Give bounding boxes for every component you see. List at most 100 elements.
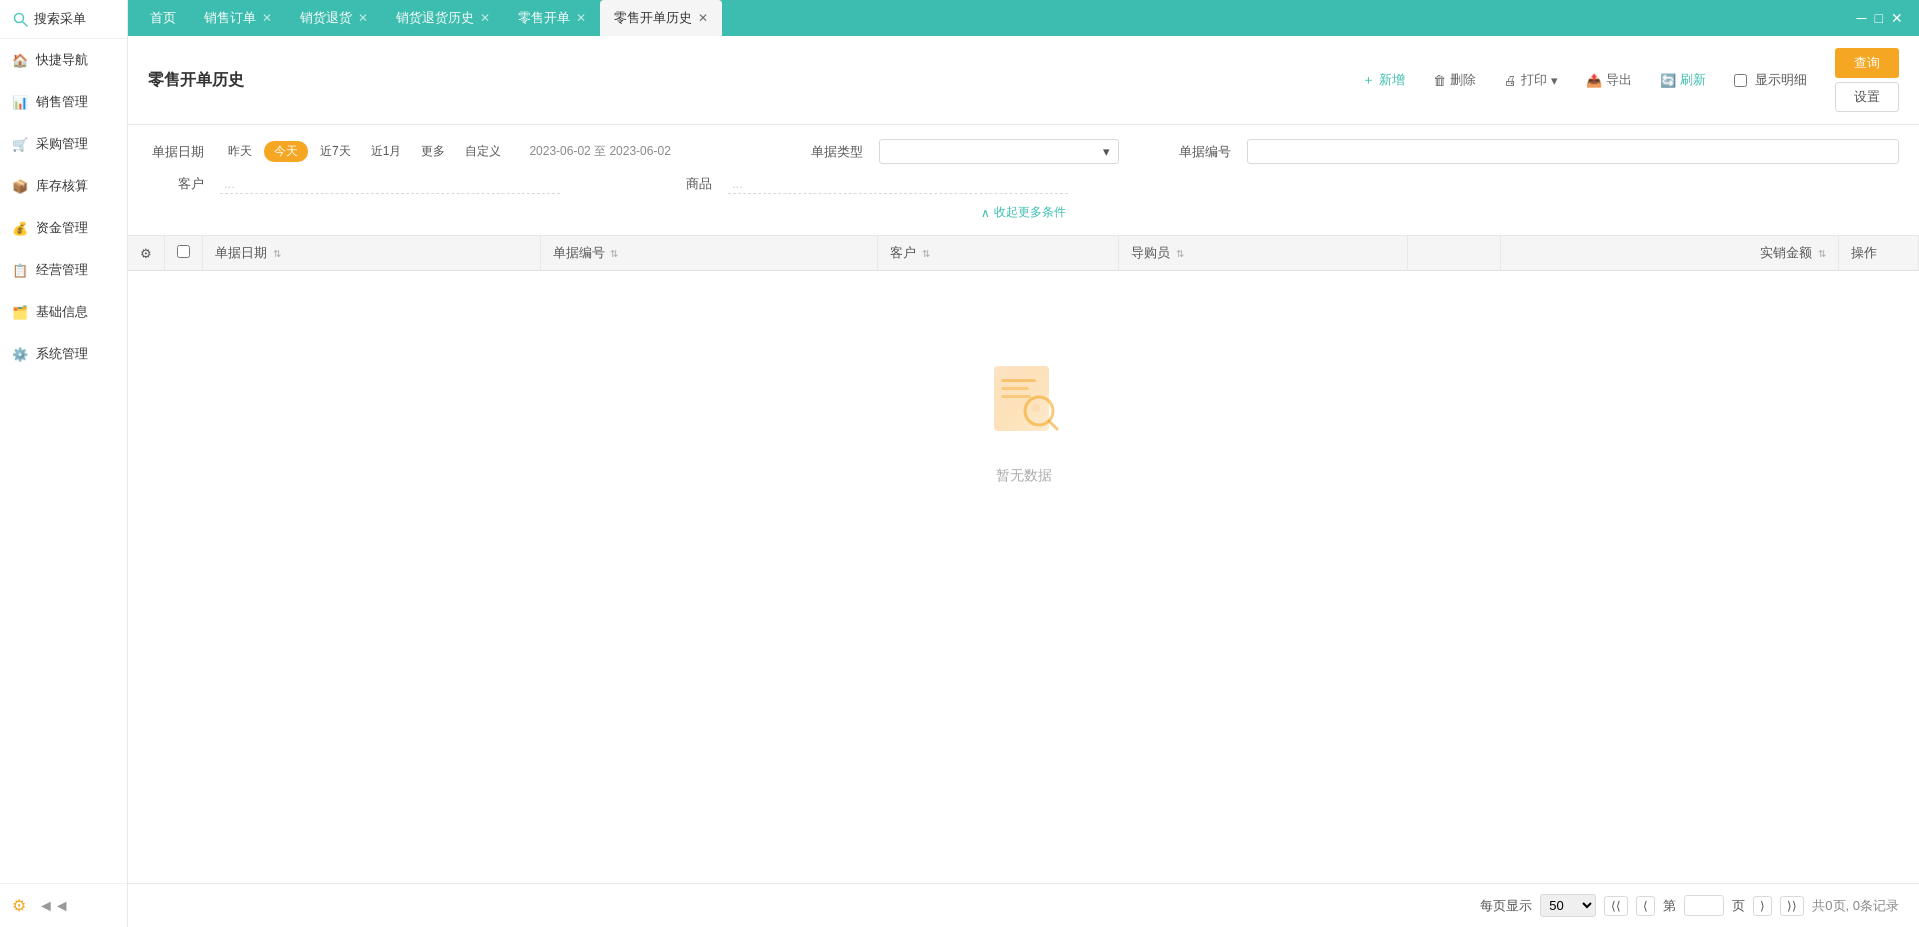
page-number-input[interactable]: 1 (1684, 895, 1724, 916)
th-order-no[interactable]: 单据编号 ⇅ (540, 236, 878, 271)
sidebar-item-inventory[interactable]: 📦 库存核算 (0, 165, 127, 207)
export-button[interactable]: 📤 导出 (1578, 67, 1640, 93)
th-actions: 操作 (1839, 236, 1919, 271)
sidebar-item-quick-nav[interactable]: 🏠 快捷导航 (0, 39, 127, 81)
delete-icon: 🗑 (1433, 73, 1446, 88)
tab-retail-open[interactable]: 零售开单 ✕ (504, 0, 600, 36)
page-label: 第 (1663, 897, 1676, 915)
date-btn-custom[interactable]: 自定义 (457, 141, 509, 162)
chart-icon: 📊 (12, 94, 28, 110)
th-customer[interactable]: 客户 ⇅ (878, 236, 1119, 271)
refresh-button[interactable]: 🔄 刷新 (1652, 67, 1714, 93)
svg-point-0 (14, 13, 23, 22)
svg-rect-3 (1001, 379, 1036, 382)
sidebar-label-basic-info: 基础信息 (36, 303, 88, 321)
date-btn-more[interactable]: 更多 (413, 141, 453, 162)
order-type-select[interactable]: ▾ (879, 139, 1119, 164)
last-page-button[interactable]: ⟩⟩ (1780, 896, 1804, 916)
collapse-area: ∧ 收起更多条件 (148, 204, 1899, 221)
tab-bar: 首页 销售订单 ✕ 销货退货 ✕ 销货退货历史 ✕ 零售开单 ✕ 零售开单历史 … (128, 0, 1919, 36)
add-button[interactable]: ＋ 新增 (1354, 67, 1413, 93)
tab-retail-open-close[interactable]: ✕ (576, 11, 586, 25)
th-checkbox[interactable] (165, 236, 203, 271)
date-label: 单据日期 (148, 143, 204, 161)
column-settings-icon[interactable]: ⚙ (140, 246, 152, 261)
page-unit: 页 (1732, 897, 1745, 915)
query-button[interactable]: 查询 (1835, 48, 1899, 78)
sidebar-item-finance[interactable]: 💰 资金管理 (0, 207, 127, 249)
tab-sales-return-history-close[interactable]: ✕ (480, 11, 490, 25)
th-settings[interactable]: ⚙ (128, 236, 165, 271)
sidebar-item-basic-info[interactable]: 🗂️ 基础信息 (0, 291, 127, 333)
th-guide[interactable]: 导购员 ⇅ (1119, 236, 1408, 271)
collapse-sidebar-icon[interactable]: ◄◄ (38, 897, 70, 915)
date-btn-7days[interactable]: 近7天 (312, 141, 359, 162)
next-page-button[interactable]: ⟩ (1753, 896, 1772, 916)
refresh-icon: 🔄 (1660, 73, 1676, 88)
order-no-input[interactable] (1247, 139, 1899, 164)
table-footer: 每页显示 50 20 100 ⟨⟨ ⟨ 第 1 页 ⟩ ⟩⟩ 共0页, 0条记录 (128, 883, 1919, 927)
table-area: ⚙ 单据日期 ⇅ 单据编号 ⇅ (128, 236, 1919, 883)
window-controls: ─ □ ✕ (1849, 10, 1911, 26)
collapse-label: 收起更多条件 (994, 204, 1066, 221)
date-filter-buttons: 昨天 今天 近7天 近1月 更多 自定义 (220, 141, 509, 162)
date-btn-yesterday[interactable]: 昨天 (220, 141, 260, 162)
select-all-checkbox[interactable] (177, 245, 190, 258)
settings-button[interactable]: 设置 (1835, 82, 1899, 112)
first-page-button[interactable]: ⟨⟨ (1604, 896, 1628, 916)
svg-rect-5 (1001, 395, 1031, 398)
svg-rect-4 (1001, 387, 1029, 390)
date-btn-1month[interactable]: 近1月 (363, 141, 410, 162)
total-info: 共0页, 0条记录 (1812, 897, 1899, 915)
show-detail-checkbox[interactable] (1734, 74, 1747, 87)
show-detail-button[interactable]: 显示明细 (1726, 67, 1815, 93)
tab-sales-return-close[interactable]: ✕ (358, 11, 368, 25)
sidebar-label-inventory: 库存核算 (36, 177, 88, 195)
minimize-icon[interactable]: ─ (1857, 10, 1867, 26)
th-order-date[interactable]: 单据日期 ⇅ (203, 236, 541, 271)
tab-sales-return-label: 销货退货 (300, 9, 352, 27)
tab-sales-order-close[interactable]: ✕ (262, 11, 272, 25)
product-input[interactable]: ... (728, 174, 1068, 194)
tab-sales-return[interactable]: 销货退货 ✕ (286, 0, 382, 36)
date-range-display: 2023-06-02 至 2023-06-02 (529, 143, 670, 160)
tab-retail-open-history-close[interactable]: ✕ (698, 11, 708, 25)
system-icon: ⚙️ (12, 346, 28, 362)
collapse-button[interactable]: ∧ 收起更多条件 (148, 204, 1899, 221)
sort-amount-icon: ⇅ (1818, 248, 1826, 259)
customer-input[interactable]: ... (220, 174, 560, 194)
maximize-icon[interactable]: □ (1875, 10, 1883, 26)
sidebar-label-system-mgmt: 系统管理 (36, 345, 88, 363)
sidebar-search[interactable]: 搜索采单 (0, 0, 127, 39)
print-dropdown-icon: ▾ (1551, 73, 1558, 88)
sidebar-item-operation[interactable]: 📋 经营管理 (0, 249, 127, 291)
add-icon: ＋ (1362, 71, 1375, 89)
sidebar-item-system-mgmt[interactable]: ⚙️ 系统管理 (0, 333, 127, 375)
print-button[interactable]: 🖨 打印 ▾ (1496, 67, 1566, 93)
sidebar-item-purchase-mgmt[interactable]: 🛒 采购管理 (0, 123, 127, 165)
product-label: 商品 (656, 175, 712, 193)
content-area: 零售开单历史 ＋ 新增 🗑 删除 🖨 打印 ▾ 📤 导出 🔄 (128, 36, 1919, 927)
tab-sales-order[interactable]: 销售订单 ✕ (190, 0, 286, 36)
tab-retail-open-history[interactable]: 零售开单历史 ✕ (600, 0, 722, 36)
delete-button[interactable]: 🗑 删除 (1425, 67, 1484, 93)
settings-footer-icon[interactable]: ⚙ (12, 896, 26, 915)
sidebar-label-purchase-mgmt: 采购管理 (36, 135, 88, 153)
print-icon: 🖨 (1504, 73, 1517, 88)
date-btn-today[interactable]: 今天 (264, 141, 308, 162)
order-no-label: 单据编号 (1175, 143, 1231, 161)
tab-home[interactable]: 首页 (136, 0, 190, 36)
page-size-select[interactable]: 50 20 100 (1540, 894, 1596, 917)
sort-customer-icon: ⇅ (922, 248, 930, 259)
tab-sales-return-history[interactable]: 销货退货历史 ✕ (382, 0, 504, 36)
sidebar-item-sales-mgmt[interactable]: 📊 销售管理 (0, 81, 127, 123)
sort-guide-icon: ⇅ (1176, 248, 1184, 259)
th-amount[interactable]: 实销金额 ⇅ (1501, 236, 1839, 271)
sort-order-no-icon: ⇅ (610, 248, 618, 259)
query-area: 查询 设置 (1835, 48, 1899, 112)
order-type-label: 单据类型 (807, 143, 863, 161)
prev-page-button[interactable]: ⟨ (1636, 896, 1655, 916)
svg-line-1 (23, 22, 27, 26)
close-icon[interactable]: ✕ (1891, 10, 1903, 26)
tab-sales-return-history-label: 销货退货历史 (396, 9, 474, 27)
